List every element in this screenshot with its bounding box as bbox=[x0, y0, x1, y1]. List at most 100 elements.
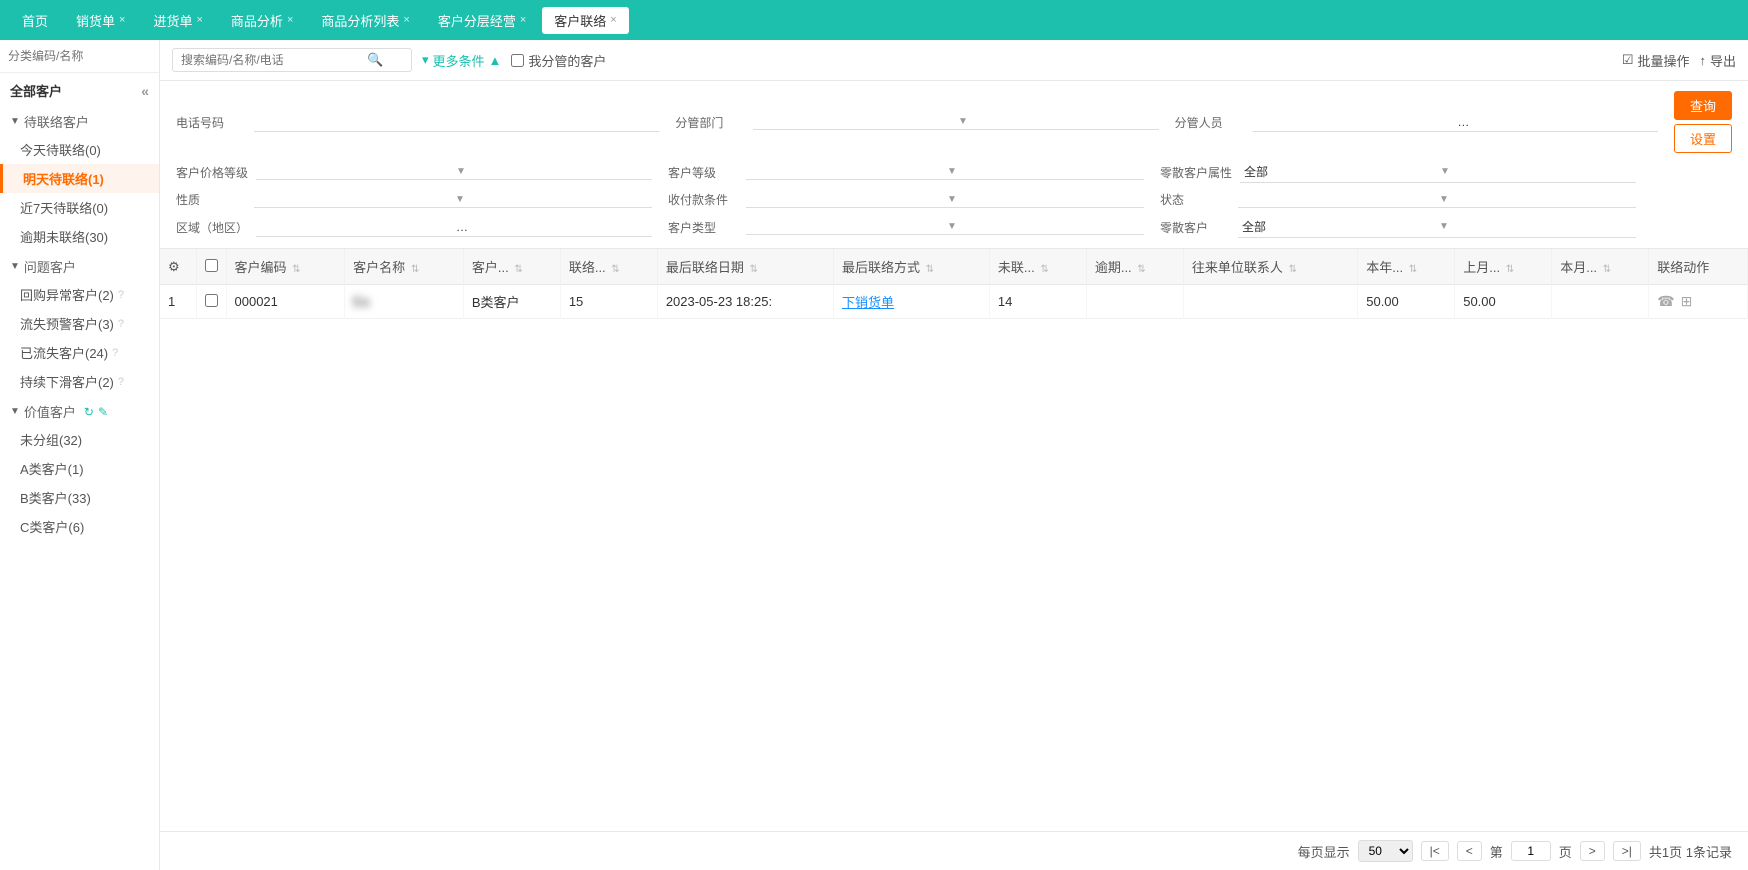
nav-purchase-order[interactable]: 进货单 × bbox=[141, 7, 214, 34]
filter-nature: 性质 ▼ bbox=[176, 191, 652, 208]
sidebar-item-repurchase-abnormal[interactable]: 回购异常客户(2) ? bbox=[0, 280, 159, 309]
action-icons-wrap: ☎ ⊞ bbox=[1657, 293, 1739, 310]
sidebar-item-declining[interactable]: 持续下滑客户(2) ? bbox=[0, 367, 159, 396]
filter-customer-type-label: 客户类型 bbox=[668, 219, 738, 236]
filter-region-select[interactable]: … bbox=[256, 218, 652, 237]
sidebar-item-today[interactable]: 今天待联络(0) bbox=[0, 135, 159, 164]
sidebar-search-input[interactable] bbox=[8, 49, 160, 63]
next-page-button[interactable]: > bbox=[1580, 841, 1605, 861]
export-label: 导出 bbox=[1710, 51, 1736, 70]
th-this-year[interactable]: 本年... ⇅ bbox=[1358, 249, 1455, 285]
sidebar-item-churned[interactable]: 已流失客户(24) ? bbox=[0, 338, 159, 367]
sidebar-item-ungrouped[interactable]: 未分组(32) bbox=[0, 425, 159, 454]
th-customer-type[interactable]: 客户... ⇅ bbox=[463, 249, 560, 285]
total-records-label: 共1页 1条记录 bbox=[1649, 842, 1732, 861]
sort-icon: ⇅ bbox=[749, 264, 757, 275]
sort-icon: ⇅ bbox=[1506, 264, 1514, 275]
filter-customer-level-select[interactable]: ▼ bbox=[746, 164, 1144, 180]
collapse-icon[interactable]: « bbox=[141, 83, 149, 99]
nav-customer-contact[interactable]: 客户联络 × bbox=[542, 7, 628, 34]
grid-action-icon[interactable]: ⊞ bbox=[1681, 293, 1693, 310]
settings-icon[interactable]: ⚙ bbox=[168, 259, 180, 274]
close-icon[interactable]: × bbox=[610, 14, 616, 26]
filter-manager-select[interactable]: … bbox=[1253, 113, 1658, 132]
sidebar-item-tomorrow[interactable]: 明天待联络(1) bbox=[0, 164, 159, 193]
settings-button[interactable]: 设置 bbox=[1674, 124, 1732, 153]
my-customers-checkbox-wrap[interactable]: 我分管的客户 bbox=[511, 51, 606, 70]
page-input[interactable] bbox=[1511, 841, 1551, 861]
prev-page-button[interactable]: < bbox=[1457, 841, 1482, 861]
th-not-contacted[interactable]: 未联... ⇅ bbox=[989, 249, 1086, 285]
search-button-icon[interactable]: 🔍 bbox=[367, 52, 383, 68]
nav-product-analysis-list[interactable]: 商品分析列表 × bbox=[309, 7, 421, 34]
close-icon[interactable]: × bbox=[520, 14, 526, 26]
per-page-select[interactable]: 50 100 200 bbox=[1358, 840, 1413, 862]
filter-phone-input[interactable] bbox=[254, 113, 659, 132]
sidebar-item-churn-warning[interactable]: 流失预警客户(3) ? bbox=[0, 309, 159, 338]
th-contact-count[interactable]: 联络... ⇅ bbox=[560, 249, 657, 285]
all-customers-header[interactable]: 全部客户 « bbox=[0, 73, 159, 106]
chevron-down-icon: ▼ bbox=[455, 194, 648, 205]
th-settings[interactable]: ⚙ bbox=[160, 249, 196, 285]
filter-payment-select[interactable]: ▼ bbox=[746, 192, 1144, 208]
filter-row-4: 区域（地区） … 客户类型 ▼ 零散客户 全部 bbox=[176, 216, 1732, 238]
filter-retail-customer-select[interactable]: 全部 ▼ bbox=[1238, 216, 1636, 238]
edit-icon[interactable]: ✎ bbox=[98, 405, 108, 419]
dots-icon[interactable]: … bbox=[456, 220, 648, 234]
sidebar-item-type-b[interactable]: B类客户(33) bbox=[0, 483, 159, 512]
export-button[interactable]: ↑ 导出 bbox=[1699, 51, 1736, 70]
section-problem-customers-label: 问题客户 bbox=[24, 257, 76, 276]
filter-retail-customer-value: 全部 bbox=[1242, 218, 1435, 235]
filter-retail-attr-select[interactable]: 全部 ▼ bbox=[1240, 161, 1636, 183]
th-last-contact-method[interactable]: 最后联络方式 ⇅ bbox=[834, 249, 990, 285]
sidebar-item-overdue[interactable]: 逾期未联络(30) bbox=[0, 222, 159, 251]
th-last-month[interactable]: 上月... ⇅ bbox=[1455, 249, 1552, 285]
my-customers-checkbox[interactable] bbox=[511, 54, 524, 67]
last-page-button[interactable]: >| bbox=[1613, 841, 1641, 861]
select-all-checkbox[interactable] bbox=[205, 259, 218, 272]
content-area: 🔍 ▾ 更多条件 ▲ 我分管的客户 ☑ 批量操作 ↑ 导出 bbox=[160, 40, 1748, 870]
sidebar-item-7days[interactable]: 近7天待联络(0) bbox=[0, 193, 159, 222]
filter-price-level-select[interactable]: ▼ bbox=[256, 164, 652, 180]
filter-phone: 电话号码 bbox=[176, 113, 659, 132]
th-last-contact-date[interactable]: 最后联络日期 ⇅ bbox=[657, 249, 833, 285]
nav-customer-contact-label: 客户联络 bbox=[554, 11, 606, 30]
sort-icon: ⇅ bbox=[292, 264, 300, 275]
filter-status-label: 状态 bbox=[1160, 191, 1230, 208]
th-customer-code[interactable]: 客户编码 ⇅ bbox=[226, 249, 345, 285]
dots-icon[interactable]: … bbox=[1457, 115, 1654, 129]
th-this-month[interactable]: 本月... ⇅ bbox=[1552, 249, 1649, 285]
refresh-icon[interactable]: ↻ bbox=[84, 405, 94, 419]
close-icon[interactable]: × bbox=[403, 14, 409, 26]
filter-nature-select[interactable]: ▼ bbox=[254, 192, 652, 208]
filter-division-select[interactable]: ▼ bbox=[753, 114, 1158, 130]
close-icon[interactable]: × bbox=[287, 14, 293, 26]
nav-product-analysis[interactable]: 商品分析 × bbox=[219, 7, 305, 34]
filter-customer-level-label: 客户等级 bbox=[668, 164, 738, 181]
sidebar-item-type-c[interactable]: C类客户(6) bbox=[0, 512, 159, 541]
query-button[interactable]: 查询 bbox=[1674, 91, 1732, 120]
nav-home[interactable]: 首页 bbox=[10, 7, 60, 34]
close-icon[interactable]: × bbox=[196, 14, 202, 26]
th-overdue[interactable]: 逾期... ⇅ bbox=[1086, 249, 1183, 285]
close-icon[interactable]: × bbox=[119, 14, 125, 26]
phone-action-icon[interactable]: ☎ bbox=[1657, 293, 1674, 310]
sidebar-item-type-a[interactable]: A类客户(1) bbox=[0, 454, 159, 483]
batch-ops-button[interactable]: ☑ 批量操作 bbox=[1622, 51, 1690, 70]
nav-sales-order[interactable]: 销货单 × bbox=[64, 7, 137, 34]
filter-customer-type: 客户类型 ▼ bbox=[668, 219, 1144, 236]
nav-customer-tier[interactable]: 客户分层经营 × bbox=[426, 7, 538, 34]
filter-phone-label: 电话号码 bbox=[176, 114, 246, 131]
th-company-contact[interactable]: 往来单位联系人 ⇅ bbox=[1183, 249, 1357, 285]
filter-customer-type-select[interactable]: ▼ bbox=[746, 219, 1144, 235]
filter-status-select[interactable]: ▼ bbox=[1238, 192, 1636, 208]
th-customer-name[interactable]: 客户名称 ⇅ bbox=[345, 249, 464, 285]
last-contact-method-link[interactable]: 下销货单 bbox=[842, 295, 894, 310]
first-page-button[interactable]: |< bbox=[1421, 841, 1449, 861]
search-input[interactable] bbox=[181, 53, 361, 67]
sidebar-item-ungrouped-label: 未分组(32) bbox=[20, 430, 82, 449]
row-checkbox[interactable] bbox=[205, 294, 218, 307]
per-page-label: 每页显示 bbox=[1298, 842, 1350, 861]
filter-region: 区域（地区） … bbox=[176, 218, 652, 237]
more-conditions-button[interactable]: ▾ 更多条件 ▲ bbox=[422, 51, 501, 70]
